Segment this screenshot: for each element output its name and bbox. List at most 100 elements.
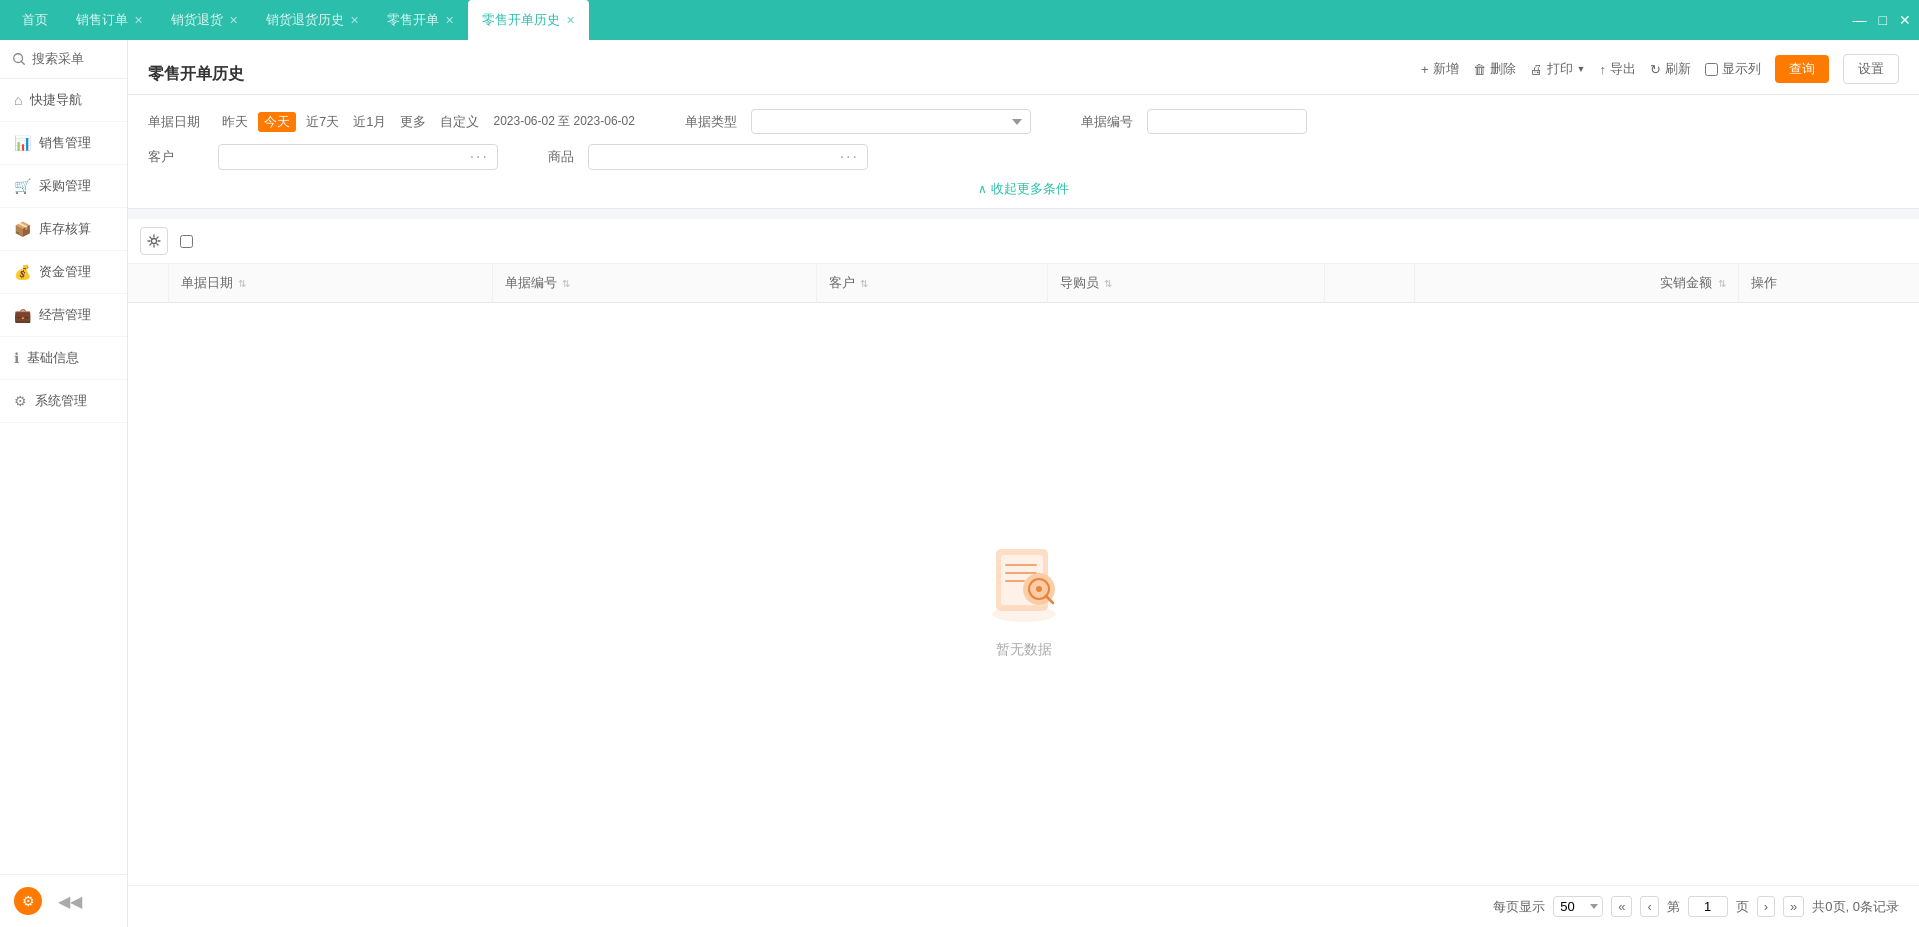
goods-dots[interactable]: ··· <box>840 148 859 166</box>
svg-point-2 <box>152 239 157 244</box>
sidebar-item-purchase[interactable]: 🛒 采购管理 <box>0 165 127 208</box>
sidebar-search[interactable]: 搜索采单 <box>0 40 127 79</box>
tab-retail-open[interactable]: 零售开单 ✕ <box>373 0 468 40</box>
settings-page-button[interactable]: 设置 <box>1843 54 1899 84</box>
settings-icon: ⚙ <box>14 393 27 409</box>
window-controls: — □ ✕ <box>1853 12 1911 28</box>
empty-text: 暂无数据 <box>996 641 1052 659</box>
type-filter-label: 单据类型 <box>685 113 737 131</box>
customer-filter-input[interactable]: ··· <box>218 144 498 170</box>
number-filter-label: 单据编号 <box>1081 113 1133 131</box>
minimize-button[interactable]: — <box>1853 12 1867 28</box>
date-opt-today[interactable]: 今天 <box>258 112 296 132</box>
tab-bar: 首页 销售订单 ✕ 销货退货 ✕ 销货退货历史 ✕ 零售开单 ✕ 零售开单历史 … <box>0 0 1919 40</box>
money-icon: 💰 <box>14 264 31 280</box>
filter-row-customer: 客户 ··· 商品 ··· <box>148 144 1899 170</box>
date-opt-1month[interactable]: 近1月 <box>349 112 390 132</box>
sidebar-item-inventory[interactable]: 📦 库存核算 <box>0 208 127 251</box>
date-opt-more[interactable]: 更多 <box>396 112 430 132</box>
sort-icon: ⇅ <box>1104 278 1112 289</box>
briefcase-icon: 💼 <box>14 307 31 323</box>
page-label-after: 页 <box>1736 898 1749 916</box>
th-customer[interactable]: 客户 ⇅ <box>816 264 1047 303</box>
display-cols-checkbox[interactable] <box>1705 63 1718 76</box>
sidebar-item-label: 采购管理 <box>39 177 91 195</box>
per-page-label: 每页显示 <box>1493 898 1545 916</box>
sidebar-item-label: 库存核算 <box>39 220 91 238</box>
filter-area: 单据日期 昨天 今天 近7天 近1月 更多 自定义 2023-06-02 至 2… <box>128 95 1919 209</box>
per-page-select[interactable]: 20 50 100 200 <box>1553 896 1603 917</box>
sidebar-footer: ⚙ ◀◀ <box>0 874 127 927</box>
display-cols-button[interactable]: 显示列 <box>1705 60 1761 78</box>
type-filter-select[interactable] <box>751 109 1031 134</box>
next-page-button[interactable]: › <box>1757 896 1775 917</box>
table-settings-button[interactable] <box>140 227 168 255</box>
th-amount[interactable]: 实销金额 ⇅ <box>1414 264 1738 303</box>
close-icon[interactable]: ✕ <box>445 14 454 27</box>
refresh-button[interactable]: ↻ 刷新 <box>1650 60 1691 78</box>
tab-home[interactable]: 首页 <box>8 0 62 40</box>
export-button[interactable]: ↑ 导出 <box>1600 60 1637 78</box>
th-salesperson[interactable]: 导购员 ⇅ <box>1047 264 1325 303</box>
query-button[interactable]: 查询 <box>1775 55 1829 83</box>
page-number-input[interactable] <box>1688 896 1728 917</box>
table-container: 单据日期 ⇅ 单据编号 ⇅ 客户 ⇅ 导购员 ⇅ <box>128 219 1919 885</box>
collapse-filter-button[interactable]: ∧ 收起更多条件 <box>148 180 1899 198</box>
th-number[interactable]: 单据编号 ⇅ <box>492 264 816 303</box>
sidebar-item-system[interactable]: ⚙ 系统管理 <box>0 380 127 423</box>
date-opt-custom[interactable]: 自定义 <box>436 112 483 132</box>
number-filter-input[interactable] <box>1147 109 1307 134</box>
svg-line-1 <box>21 61 24 64</box>
page-header: 零售开单历史 + 新增 🗑 删除 🖨 打印 ▼ ↑ 导出 <box>128 40 1919 95</box>
th-checkbox <box>128 264 168 303</box>
search-icon <box>12 52 26 66</box>
print-button[interactable]: 🖨 打印 ▼ <box>1530 60 1586 78</box>
date-opt-7days[interactable]: 近7天 <box>302 112 343 132</box>
add-button[interactable]: + 新增 <box>1421 60 1459 78</box>
th-operation: 操作 <box>1738 264 1919 303</box>
sidebar-item-sales[interactable]: 📊 销售管理 <box>0 122 127 165</box>
date-range-display: 2023-06-02 至 2023-06-02 <box>493 113 634 130</box>
collapse-sidebar-button[interactable]: ◀◀ <box>58 892 82 911</box>
info-icon: ℹ <box>14 350 19 366</box>
refresh-icon: ↻ <box>1650 62 1661 77</box>
shopping-icon: 🛒 <box>14 178 31 194</box>
goods-filter-label: 商品 <box>548 148 574 166</box>
close-icon[interactable]: ✕ <box>350 14 359 27</box>
close-icon[interactable]: ✕ <box>566 14 575 27</box>
gear-table-icon <box>147 234 161 248</box>
date-opt-yesterday[interactable]: 昨天 <box>218 112 252 132</box>
delete-button[interactable]: 🗑 删除 <box>1473 60 1516 78</box>
sidebar-item-label: 销售管理 <box>39 134 91 152</box>
goods-filter-input[interactable]: ··· <box>588 144 868 170</box>
tab-sales-order[interactable]: 销售订单 ✕ <box>62 0 157 40</box>
tab-sales-return-history[interactable]: 销货退货历史 ✕ <box>252 0 373 40</box>
delete-icon: 🗑 <box>1473 62 1486 77</box>
prev-page-button[interactable]: ‹ <box>1640 896 1658 917</box>
maximize-button[interactable]: □ <box>1879 12 1887 28</box>
home-icon: ⌂ <box>14 92 22 108</box>
page-label-before: 第 <box>1667 898 1680 916</box>
sidebar-item-management[interactable]: 💼 经营管理 <box>0 294 127 337</box>
last-page-button[interactable]: » <box>1783 896 1804 917</box>
date-options: 昨天 今天 近7天 近1月 更多 自定义 <box>218 112 483 132</box>
select-all-checkbox[interactable] <box>180 235 193 248</box>
pagination: 每页显示 20 50 100 200 « ‹ 第 页 › » 共0页, 0条记录 <box>128 885 1919 927</box>
first-page-button[interactable]: « <box>1611 896 1632 917</box>
tab-retail-open-history[interactable]: 零售开单历史 ✕ <box>468 0 589 40</box>
tab-sales-return[interactable]: 销货退货 ✕ <box>157 0 252 40</box>
sidebar-item-basic-info[interactable]: ℹ 基础信息 <box>0 337 127 380</box>
th-date[interactable]: 单据日期 ⇅ <box>168 264 492 303</box>
gear-button[interactable]: ⚙ <box>14 887 42 915</box>
customer-dots[interactable]: ··· <box>470 148 489 166</box>
sort-icon: ⇅ <box>860 278 868 289</box>
close-icon[interactable]: ✕ <box>134 14 143 27</box>
page-title: 零售开单历史 <box>148 64 244 85</box>
close-icon[interactable]: ✕ <box>229 14 238 27</box>
close-window-button[interactable]: ✕ <box>1899 12 1911 28</box>
sidebar-item-finance[interactable]: 💰 资金管理 <box>0 251 127 294</box>
add-icon: + <box>1421 62 1429 77</box>
sidebar-item-label: 经营管理 <box>39 306 91 324</box>
sidebar-item-quick-nav[interactable]: ⌂ 快捷导航 <box>0 79 127 122</box>
print-icon: 🖨 <box>1530 62 1543 77</box>
